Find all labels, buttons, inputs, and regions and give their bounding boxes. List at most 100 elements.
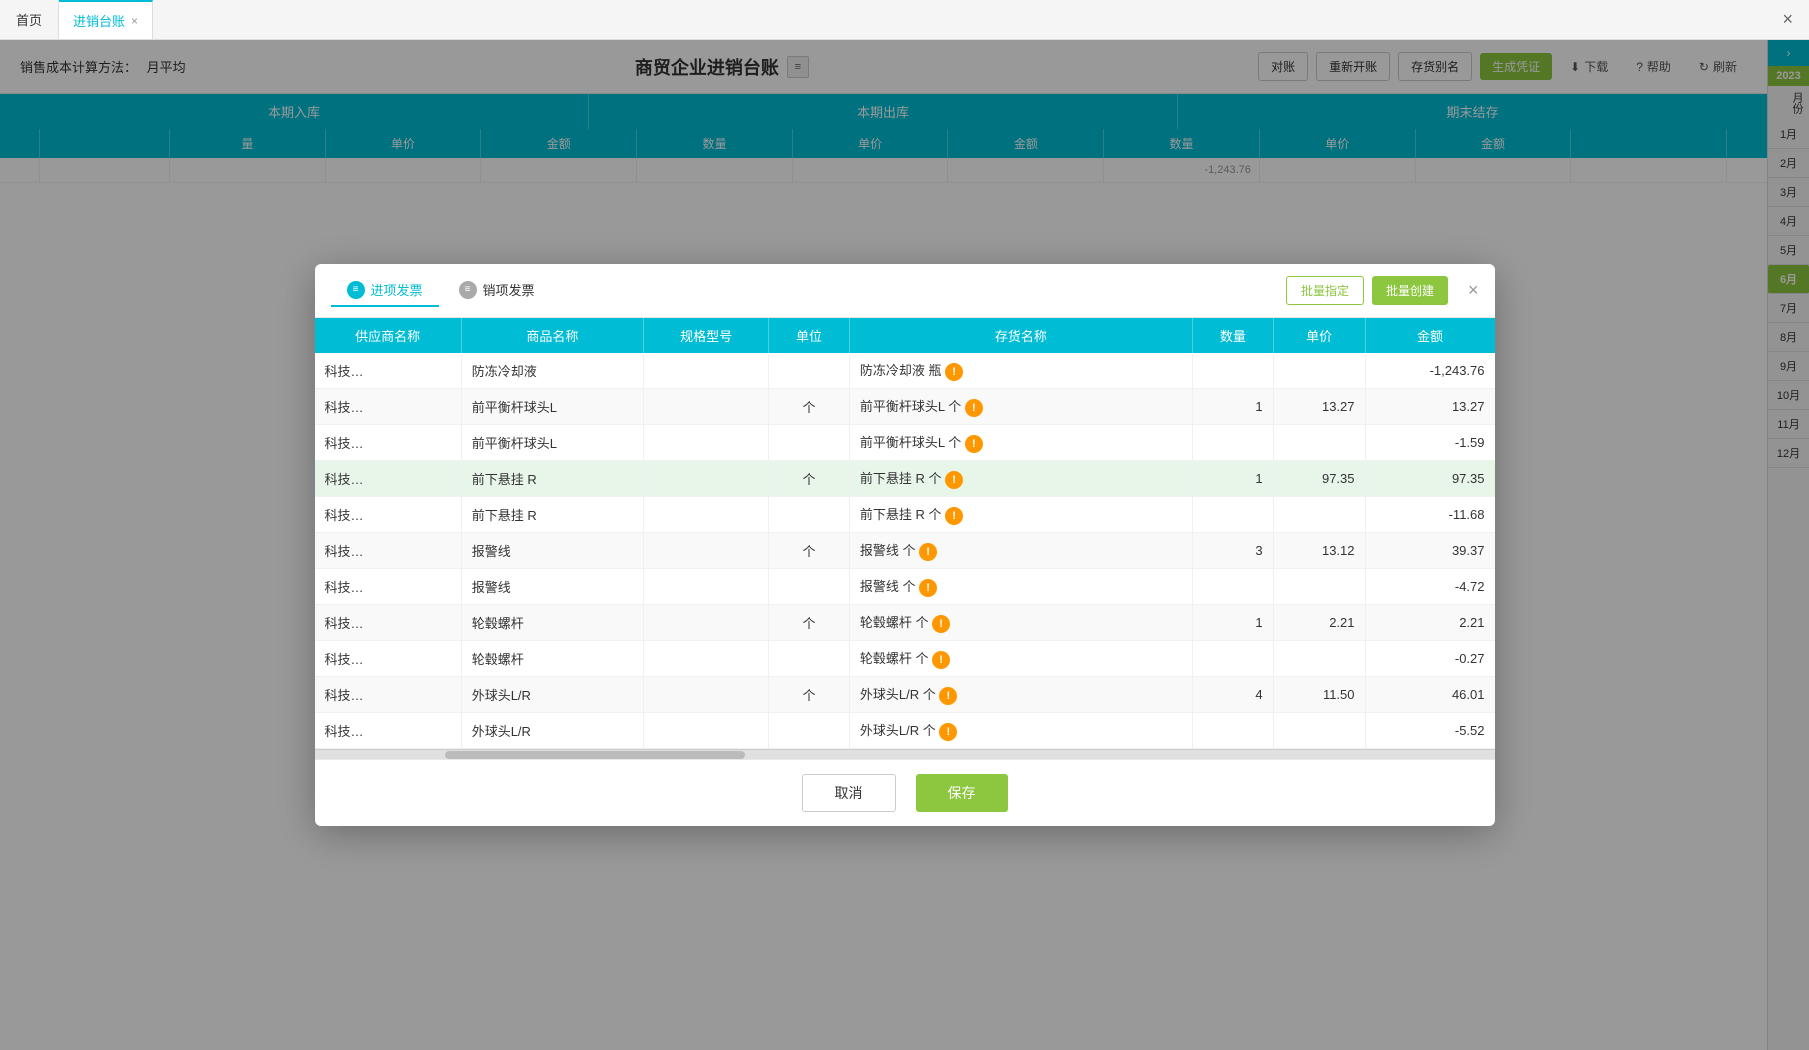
inventory-name: 轮毂螺杆 个 — [860, 651, 929, 666]
warning-icon: ! — [965, 435, 983, 453]
table-cell: 个 — [769, 605, 850, 641]
table-row[interactable]: 科技…外球头L/R个外球头L/R 个 !411.5046.01 — [315, 677, 1495, 713]
table-cell: 13.27 — [1365, 389, 1494, 425]
table-cell: 科技… — [315, 425, 462, 461]
table-cell: 防冻冷却液 瓶 ! — [849, 353, 1192, 389]
outgoing-invoice-icon: ≡ — [459, 281, 477, 299]
table-cell — [643, 569, 768, 605]
table-cell: 科技… — [315, 677, 462, 713]
th-price: 单价 — [1273, 318, 1365, 353]
table-cell: 前平衡杆球头L 个 ! — [849, 425, 1192, 461]
inventory-name: 前下悬挂 R 个 — [860, 471, 942, 486]
inventory-name: 外球头L/R 个 — [860, 687, 936, 702]
inventory-name: 外球头L/R 个 — [860, 723, 936, 738]
table-cell: 1 — [1193, 461, 1274, 497]
inventory-name: 防冻冷却液 瓶 — [860, 363, 942, 378]
invoice-table: 供应商名称 商品名称 规格型号 单位 存货名称 数量 单价 金额 科技…防冻冷却… — [315, 318, 1495, 749]
table-cell: 防冻冷却液 — [461, 353, 643, 389]
table-cell: 轮毂螺杆 — [461, 641, 643, 677]
table-cell: 外球头L/R 个 ! — [849, 713, 1192, 749]
table-cell: 轮毂螺杆 — [461, 605, 643, 641]
tab-outgoing-invoice[interactable]: ≡ 销项发票 — [443, 274, 551, 307]
table-row[interactable]: 科技…轮毂螺杆个轮毂螺杆 个 !12.212.21 — [315, 605, 1495, 641]
table-cell: 科技… — [315, 713, 462, 749]
table-cell — [1193, 353, 1274, 389]
table-row[interactable]: 科技…防冻冷却液防冻冷却液 瓶 !-1,243.76 — [315, 353, 1495, 389]
table-cell: 科技… — [315, 605, 462, 641]
table-cell: 4 — [1193, 677, 1274, 713]
table-cell — [643, 533, 768, 569]
warning-icon: ! — [939, 723, 957, 741]
table-cell — [1193, 641, 1274, 677]
table-cell: 科技… — [315, 497, 462, 533]
table-cell: 13.12 — [1273, 533, 1365, 569]
modal-body: 供应商名称 商品名称 规格型号 单位 存货名称 数量 单价 金额 科技…防冻冷却… — [315, 318, 1495, 759]
warning-icon: ! — [945, 471, 963, 489]
table-cell — [643, 425, 768, 461]
tab-active-ledger[interactable]: 进销台账 × — [59, 0, 153, 39]
table-cell — [1273, 353, 1365, 389]
batch-create-button[interactable]: 批量创建 — [1372, 276, 1448, 305]
scrollbar-thumb[interactable] — [445, 751, 745, 759]
table-cell: 2.21 — [1273, 605, 1365, 641]
tab-close-icon[interactable]: × — [131, 14, 138, 28]
table-cell: 科技… — [315, 533, 462, 569]
table-row[interactable]: 科技…轮毂螺杆轮毂螺杆 个 !-0.27 — [315, 641, 1495, 677]
top-bar: 首页 进销台账 × × — [0, 0, 1809, 40]
table-cell: 报警线 个 ! — [849, 533, 1192, 569]
table-row[interactable]: 科技…前平衡杆球头L前平衡杆球头L 个 !-1.59 — [315, 425, 1495, 461]
table-cell: 科技… — [315, 641, 462, 677]
modal-close-button[interactable]: × — [1468, 276, 1479, 305]
table-cell — [1193, 497, 1274, 533]
window-close-button[interactable]: × — [1782, 9, 1793, 30]
horizontal-scrollbar[interactable] — [315, 749, 1495, 759]
table-cell — [643, 389, 768, 425]
table-cell: 报警线 个 ! — [849, 569, 1192, 605]
warning-icon: ! — [965, 399, 983, 417]
table-cell: 个 — [769, 533, 850, 569]
save-button[interactable]: 保存 — [916, 774, 1008, 812]
tab-incoming-invoice[interactable]: ≡ 进项发票 — [331, 274, 439, 307]
table-cell — [643, 641, 768, 677]
table-row[interactable]: 科技…外球头L/R外球头L/R 个 !-5.52 — [315, 713, 1495, 749]
table-cell: 外球头L/R — [461, 713, 643, 749]
batch-assign-button[interactable]: 批量指定 — [1286, 276, 1364, 305]
tab-home[interactable]: 首页 — [0, 0, 59, 39]
table-cell: 3 — [1193, 533, 1274, 569]
modal-overlay: ≡ 进项发票 ≡ 销项发票 批量指定 批量创建 × 供应商名称 商 — [0, 40, 1809, 1050]
table-cell: 轮毂螺杆 个 ! — [849, 605, 1192, 641]
table-cell — [769, 569, 850, 605]
table-cell — [1273, 713, 1365, 749]
table-cell: 46.01 — [1365, 677, 1494, 713]
inventory-name: 报警线 个 — [860, 543, 916, 558]
warning-icon: ! — [919, 579, 937, 597]
table-row[interactable]: 科技…报警线个报警线 个 !313.1239.37 — [315, 533, 1495, 569]
table-cell: 外球头L/R 个 ! — [849, 677, 1192, 713]
table-cell — [1193, 425, 1274, 461]
th-product: 商品名称 — [461, 318, 643, 353]
modal-table[interactable]: 供应商名称 商品名称 规格型号 单位 存货名称 数量 单价 金额 科技…防冻冷却… — [315, 318, 1495, 749]
warning-icon: ! — [919, 543, 937, 561]
table-header-row: 供应商名称 商品名称 规格型号 单位 存货名称 数量 单价 金额 — [315, 318, 1495, 353]
table-row[interactable]: 科技…前平衡杆球头L个前平衡杆球头L 个 !113.2713.27 — [315, 389, 1495, 425]
table-cell — [1193, 569, 1274, 605]
th-spec: 规格型号 — [643, 318, 768, 353]
table-cell: 前平衡杆球头L — [461, 425, 643, 461]
inventory-name: 报警线 个 — [860, 579, 916, 594]
inventory-name: 轮毂螺杆 个 — [860, 615, 929, 630]
table-cell: 报警线 — [461, 569, 643, 605]
table-cell: 前平衡杆球头L — [461, 389, 643, 425]
table-cell: 个 — [769, 389, 850, 425]
incoming-invoice-icon: ≡ — [347, 281, 365, 299]
table-cell: 1 — [1193, 605, 1274, 641]
table-cell: 前下悬挂 R 个 ! — [849, 461, 1192, 497]
table-row[interactable]: 科技…前下悬挂 R个前下悬挂 R 个 !197.3597.35 — [315, 461, 1495, 497]
th-supplier: 供应商名称 — [315, 318, 462, 353]
table-cell: 科技… — [315, 353, 462, 389]
table-cell: 前下悬挂 R — [461, 461, 643, 497]
cancel-button[interactable]: 取消 — [802, 774, 896, 812]
table-row[interactable]: 科技…报警线报警线 个 !-4.72 — [315, 569, 1495, 605]
table-row[interactable]: 科技…前下悬挂 R前下悬挂 R 个 !-11.68 — [315, 497, 1495, 533]
table-cell: 个 — [769, 461, 850, 497]
th-amount: 金额 — [1365, 318, 1494, 353]
